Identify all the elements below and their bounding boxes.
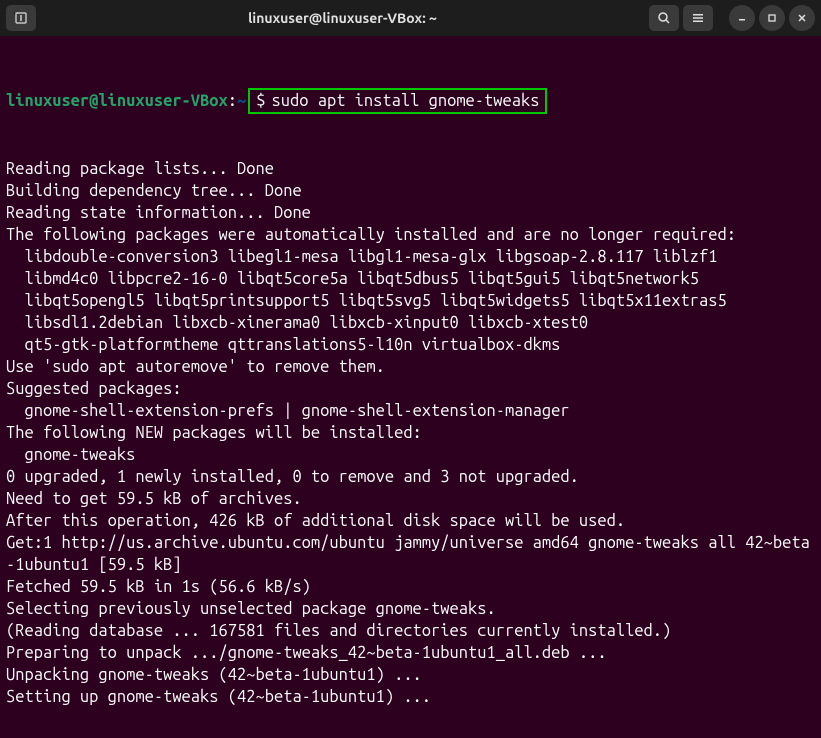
output-line: Selecting previously unselected package … (6, 598, 815, 620)
maximize-button[interactable] (759, 5, 785, 31)
output-line: Building dependency tree... Done (6, 180, 815, 202)
output-line: Unpacking gnome-tweaks (42~beta-1ubuntu1… (6, 664, 815, 686)
output-line: libmd4c0 libpcre2-16-0 libqt5core5a libq… (6, 268, 815, 290)
output-line: libqt5opengl5 libqt5printsupport5 libqt5… (6, 290, 815, 312)
output-line: Reading package lists... Done (6, 158, 815, 180)
output-line: The following NEW packages will be insta… (6, 422, 815, 444)
output-line: Fetched 59.5 kB in 1s (56.6 kB/s) (6, 576, 815, 598)
output-line: Suggested packages: (6, 378, 815, 400)
output-line: Preparing to unpack .../gnome-tweaks_42~… (6, 642, 815, 664)
output-line: The following packages were automaticall… (6, 224, 815, 246)
terminal-content[interactable]: linuxuser@linuxuser-VBox:~ $ sudo apt in… (0, 36, 821, 738)
output-line: gnome-shell-extension-prefs | gnome-shel… (6, 400, 815, 422)
output-line: Use 'sudo apt autoremove' to remove them… (6, 356, 815, 378)
menu-button[interactable] (683, 5, 713, 31)
output-line: libsdl1.2debian libxcb-xinerama0 libxcb-… (6, 312, 815, 334)
terminal-output: Reading package lists... DoneBuilding de… (6, 158, 815, 708)
output-line: Reading state information... Done (6, 202, 815, 224)
output-line: gnome-tweaks (6, 444, 815, 466)
search-button[interactable] (649, 5, 679, 31)
output-line: qt5-gtk-platformtheme qttranslations5-l1… (6, 334, 815, 356)
output-line: (Reading database ... 167581 files and d… (6, 620, 815, 642)
output-line: Get:1 http://us.archive.ubuntu.com/ubunt… (6, 532, 815, 576)
output-line: After this operation, 426 kB of addition… (6, 510, 815, 532)
titlebar: linuxuser@linuxuser-VBox: ~ (0, 0, 821, 36)
prompt-colon: : (228, 90, 237, 112)
titlebar-right (649, 5, 815, 31)
output-line: Setting up gnome-tweaks (42~beta-1ubuntu… (6, 686, 815, 708)
prompt-path: ~ (237, 90, 246, 112)
close-button[interactable] (789, 5, 815, 31)
prompt-line: linuxuser@linuxuser-VBox:~ $ sudo apt in… (6, 88, 815, 114)
output-line: 0 upgraded, 1 newly installed, 0 to remo… (6, 466, 815, 488)
minimize-button[interactable] (729, 5, 755, 31)
output-line: libdouble-conversion3 libegl1-mesa libgl… (6, 246, 815, 268)
titlebar-left (6, 5, 36, 31)
prompt-user-host: linuxuser@linuxuser-VBox (6, 90, 228, 112)
command-text: sudo apt install gnome-tweaks (272, 90, 540, 112)
output-line: Need to get 59.5 kB of archives. (6, 488, 815, 510)
command-highlight-box: $ sudo apt install gnome-tweaks (248, 88, 547, 114)
prompt-symbol: $ (256, 90, 265, 112)
window-title: linuxuser@linuxuser-VBox: ~ (40, 10, 645, 26)
new-tab-button[interactable] (6, 5, 36, 31)
